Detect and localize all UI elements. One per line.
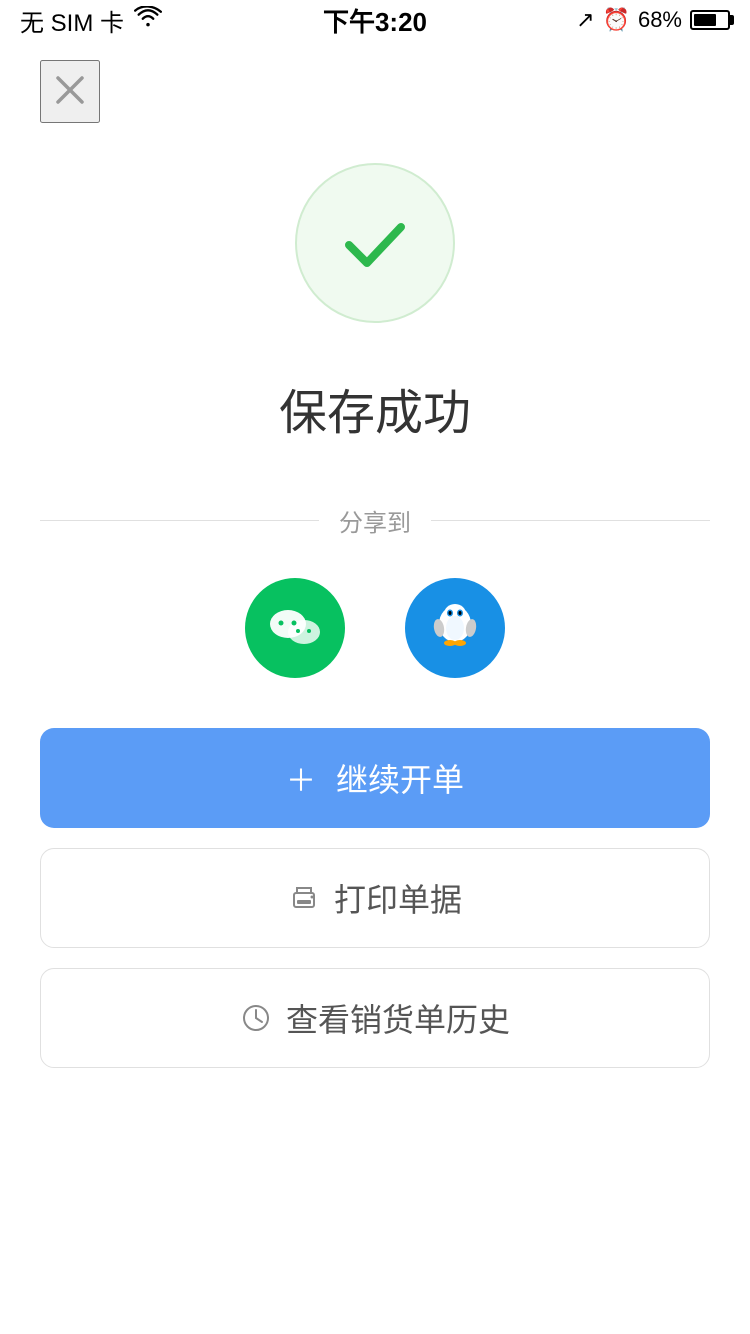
share-label: 分享到 xyxy=(339,503,411,538)
status-left: 无 SIM 卡 xyxy=(20,3,162,38)
continue-label: 继续开单 xyxy=(336,755,464,801)
print-icon xyxy=(288,882,320,914)
battery-icon xyxy=(690,10,730,30)
history-button[interactable]: 查看销货单历史 xyxy=(40,968,710,1068)
main-content: 保存成功 分享到 xyxy=(0,40,750,1334)
clock-icon xyxy=(240,1002,272,1034)
share-divider: 分享到 xyxy=(40,503,710,538)
alarm-icon: ⏰ xyxy=(603,7,630,33)
carrier-text: 无 SIM 卡 xyxy=(20,3,124,38)
wechat-share-button[interactable] xyxy=(245,578,345,678)
history-label: 查看销货单历史 xyxy=(286,995,510,1041)
qq-share-button[interactable] xyxy=(405,578,505,678)
close-button[interactable] xyxy=(40,60,100,123)
print-label: 打印单据 xyxy=(334,875,462,921)
success-icon xyxy=(295,163,455,323)
success-title: 保存成功 xyxy=(279,373,471,443)
location-icon: ↗ xyxy=(576,7,594,33)
plus-icon: ＋ xyxy=(286,756,316,800)
status-bar: 无 SIM 卡 下午3:20 ↗ ⏰ 68% xyxy=(0,0,750,40)
battery-text: 68% xyxy=(638,7,682,33)
print-button[interactable]: 打印单据 xyxy=(40,848,710,948)
action-buttons: ＋ 继续开单 打印单据 xyxy=(40,728,710,1068)
status-time: 下午3:20 xyxy=(323,2,427,39)
wifi-icon xyxy=(134,6,162,35)
continue-button[interactable]: ＋ 继续开单 xyxy=(40,728,710,828)
status-right: ↗ ⏰ 68% xyxy=(576,7,730,33)
share-icons xyxy=(40,578,710,678)
share-section: 分享到 xyxy=(40,503,710,678)
